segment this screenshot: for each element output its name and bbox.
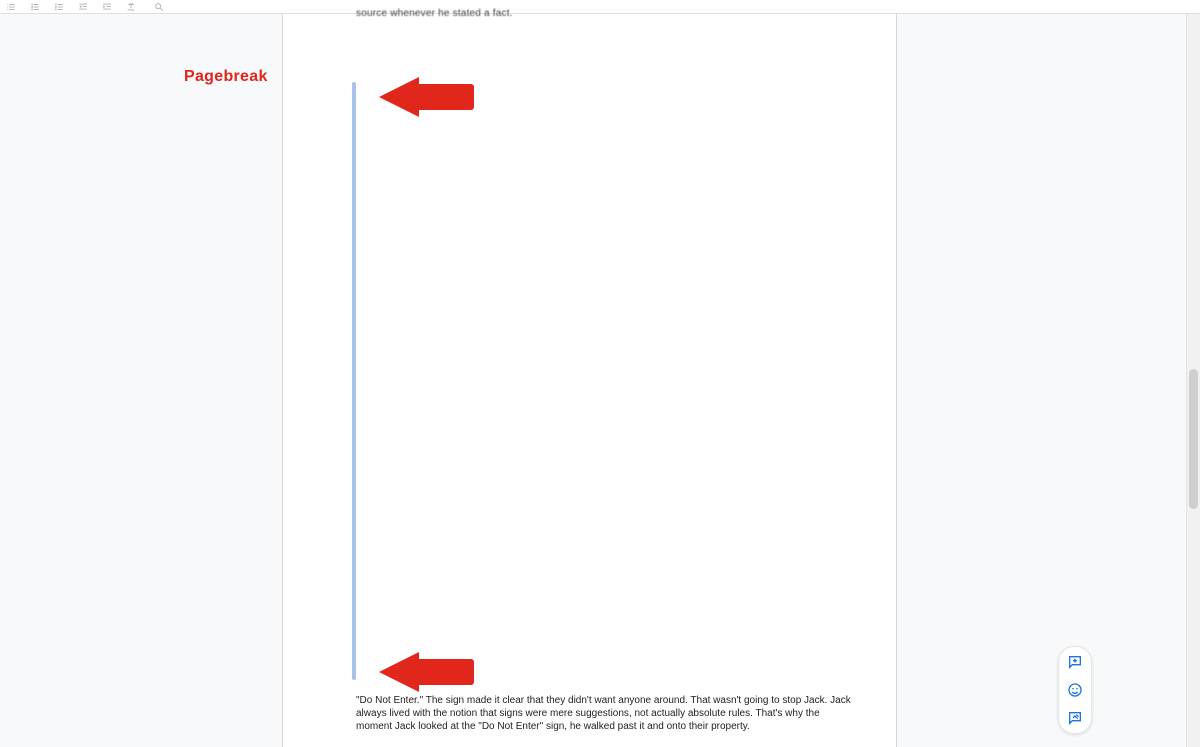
suggest-edits-button[interactable]	[1065, 708, 1085, 728]
decrease-indent-icon[interactable]	[78, 2, 88, 12]
annotation-label: Pagebreak	[184, 68, 268, 86]
checklist-icon[interactable]	[6, 2, 16, 12]
body-text: "Do Not Enter." The sign made it clear t…	[356, 694, 856, 733]
document-canvas[interactable]: source whenever he stated a fact. "Do No…	[0, 14, 1200, 747]
search-icon[interactable]	[154, 2, 164, 12]
text-cursor-selection-bar	[352, 82, 356, 680]
emoji-reaction-button[interactable]	[1065, 680, 1085, 700]
vertical-scrollbar[interactable]	[1186, 14, 1200, 747]
floating-action-column	[1058, 646, 1092, 734]
blank-page[interactable]	[282, 76, 897, 689]
bulleted-list-icon[interactable]	[30, 2, 40, 12]
increase-indent-icon[interactable]	[102, 2, 112, 12]
add-comment-button[interactable]	[1065, 652, 1085, 672]
numbered-list-icon[interactable]	[54, 2, 64, 12]
clear-formatting-icon[interactable]	[126, 2, 136, 12]
scrollbar-thumb[interactable]	[1189, 369, 1198, 509]
page-fragment-below: "Do Not Enter." The sign made it clear t…	[282, 689, 897, 747]
body-text-remnant: source whenever he stated a fact.	[356, 8, 513, 19]
toolbar	[0, 0, 1200, 14]
page-fragment-above: source whenever he stated a fact.	[282, 14, 897, 76]
